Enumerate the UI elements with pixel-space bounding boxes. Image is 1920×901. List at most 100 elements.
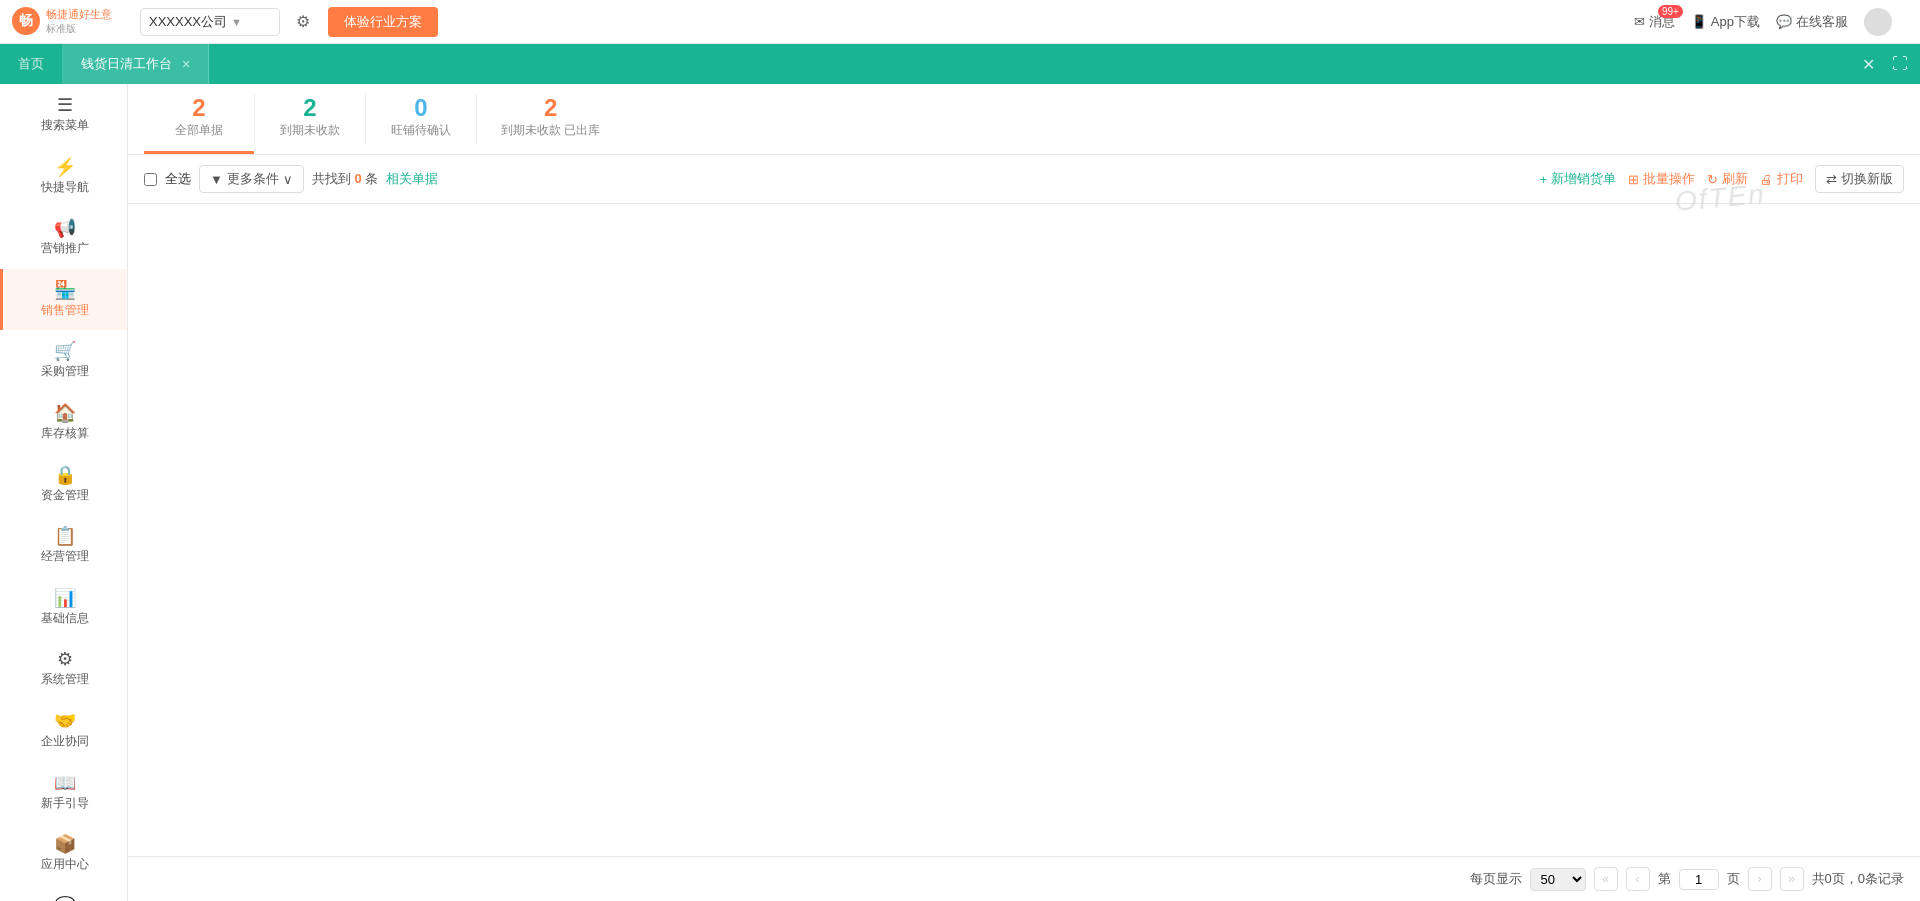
refresh-button[interactable]: ↻ 刷新 — [1707, 170, 1748, 188]
tab-home[interactable]: 首页 — [0, 44, 63, 84]
found-text: 共找到 0 条 — [312, 170, 378, 188]
batch-label: 批量操作 — [1643, 170, 1695, 188]
stat-num-pending: 0 — [414, 96, 427, 120]
search-menu-icon: ☰ — [57, 96, 73, 114]
per-page-select[interactable]: 50 100 200 — [1530, 868, 1586, 891]
batch-operation-button[interactable]: ⊞ 批量操作 — [1628, 170, 1695, 188]
wechat-icon: 💬 — [54, 897, 76, 901]
refresh-icon: ↻ — [1707, 172, 1718, 187]
app-download-button[interactable]: 📱 App下载 — [1691, 13, 1760, 31]
add-icon: + — [1539, 172, 1547, 187]
prev-page-btn[interactable]: ‹ — [1626, 867, 1650, 891]
stat-label-pending: 旺铺待确认 — [391, 122, 451, 139]
company-selector[interactable]: XXXXXX公司 ▼ — [140, 8, 280, 36]
purchase-icon: 🛒 — [54, 342, 76, 360]
pagination: 每页显示 50 100 200 « ‹ 第 页 › » 共0页，0条记录 — [128, 856, 1920, 901]
main-layout: ☰ 搜索菜单 ⚡ 快捷导航 📢 营销推广 🏪 销售管理 🛒 采购管理 🏠 库存核… — [0, 84, 1920, 901]
stat-num-shipped: 2 — [544, 96, 557, 120]
filter-button[interactable]: ▼ 更多条件 ∨ — [199, 165, 304, 193]
sidebar-item-base-info[interactable]: 📊 基础信息 — [0, 577, 127, 639]
page-suffix: 页 — [1727, 870, 1740, 888]
per-page-label: 每页显示 — [1470, 870, 1522, 888]
tab-close-icon[interactable]: × — [182, 56, 190, 72]
message-badge: 99+ — [1658, 5, 1683, 18]
stat-tab-shipped[interactable]: 2 到期未收款 已出库 — [477, 84, 624, 154]
stat-label-overdue: 到期未收款 — [280, 122, 340, 139]
sidebar-item-enterprise[interactable]: 🤝 企业协同 — [0, 700, 127, 762]
marketing-icon: 📢 — [54, 219, 76, 237]
logo-text: 畅捷通好生意 — [46, 7, 112, 21]
sidebar-item-sales[interactable]: 🏪 销售管理 — [0, 269, 127, 331]
sidebar-item-purchase[interactable]: 🛒 采购管理 — [0, 330, 127, 392]
sidebar-label-inventory: 库存核算 — [41, 426, 89, 442]
tab-workbench[interactable]: 钱货日清工作台 × — [63, 44, 209, 84]
settings-icon[interactable]: ⚙ — [288, 7, 318, 37]
switch-version-button[interactable]: ⇄ 切换新版 — [1815, 165, 1904, 193]
sidebar-item-system[interactable]: ⚙ 系统管理 — [0, 638, 127, 700]
guide-icon: 📖 — [54, 774, 76, 792]
logo-icon: 畅 — [12, 7, 40, 35]
header-right: ✉ 消息 99+ 📱 App下载 💬 在线客服 — [1634, 8, 1908, 36]
sidebar-item-app-center[interactable]: 📦 应用中心 — [0, 823, 127, 885]
add-sale-order-button[interactable]: + 新增销货单 — [1539, 170, 1616, 188]
found-count: 0 — [355, 171, 362, 186]
tab-controls: ✕ ⛶ — [1856, 44, 1920, 84]
stat-tab-all[interactable]: 2 全部单据 — [144, 84, 254, 154]
related-link[interactable]: 相关单据 — [386, 170, 438, 188]
sidebar-label-guide: 新手引导 — [41, 796, 89, 812]
print-button[interactable]: 🖨 打印 — [1760, 170, 1803, 188]
sidebar-item-quick-nav[interactable]: ⚡ 快捷导航 — [0, 146, 127, 208]
base-info-icon: 📊 — [54, 589, 76, 607]
page-label: 第 — [1658, 870, 1671, 888]
tab-home-label: 首页 — [18, 55, 44, 73]
service-icon: 💬 — [1776, 14, 1792, 29]
trial-button[interactable]: 体验行业方案 — [328, 7, 438, 37]
online-service-button[interactable]: 💬 在线客服 — [1776, 13, 1848, 31]
sidebar-label-marketing: 营销推广 — [41, 241, 89, 257]
last-page-btn[interactable]: » — [1780, 867, 1804, 891]
app-label: App下载 — [1711, 13, 1760, 31]
sidebar-label-purchase: 采购管理 — [41, 364, 89, 380]
toolbar: 全选 ▼ 更多条件 ∨ 共找到 0 条 相关单据 + 新增销货单 — [128, 155, 1920, 204]
sidebar-item-search-menu[interactable]: ☰ 搜索菜单 — [0, 84, 127, 146]
system-icon: ⚙ — [57, 650, 73, 668]
select-all-checkbox[interactable] — [144, 173, 157, 186]
found-suffix: 条 — [365, 171, 378, 186]
table-area — [128, 204, 1920, 856]
quick-nav-icon: ⚡ — [54, 158, 76, 176]
next-page-btn[interactable]: › — [1748, 867, 1772, 891]
stat-tabs: 2 全部单据 2 到期未收款 0 旺铺待确认 2 到期未收款 已出库 — [128, 84, 1920, 155]
message-icon: ✉ — [1634, 14, 1645, 29]
tab-close-btn[interactable]: ✕ — [1856, 52, 1880, 76]
tab-maximize-btn[interactable]: ⛶ — [1888, 52, 1912, 76]
message-button[interactable]: ✉ 消息 99+ — [1634, 13, 1675, 31]
sidebar-label-sales: 销售管理 — [41, 303, 89, 319]
sidebar-label-system: 系统管理 — [41, 672, 89, 688]
sidebar-label-app-center: 应用中心 — [41, 857, 89, 873]
stat-tab-overdue[interactable]: 2 到期未收款 — [255, 84, 365, 154]
enterprise-icon: 🤝 — [54, 712, 76, 730]
stat-label-all: 全部单据 — [175, 122, 223, 139]
print-label: 打印 — [1777, 170, 1803, 188]
sidebar-label-base-info: 基础信息 — [41, 611, 89, 627]
avatar[interactable] — [1864, 8, 1892, 36]
sidebar-item-finance[interactable]: 🔒 资金管理 — [0, 454, 127, 516]
sidebar-item-wechat[interactable]: 💬 企业微信 — [0, 885, 127, 901]
operation-icon: 📋 — [54, 527, 76, 545]
service-label: 在线客服 — [1796, 13, 1848, 31]
batch-icon: ⊞ — [1628, 172, 1639, 187]
sales-icon: 🏪 — [54, 281, 76, 299]
sidebar-item-guide[interactable]: 📖 新手引导 — [0, 762, 127, 824]
toolbar-left: 全选 ▼ 更多条件 ∨ 共找到 0 条 相关单据 — [144, 165, 1531, 193]
sidebar-item-marketing[interactable]: 📢 营销推广 — [0, 207, 127, 269]
add-label: 新增销货单 — [1551, 170, 1616, 188]
total-label: 共0页，0条记录 — [1812, 870, 1904, 888]
first-page-btn[interactable]: « — [1594, 867, 1618, 891]
sidebar-item-operation[interactable]: 📋 经营管理 — [0, 515, 127, 577]
finance-icon: 🔒 — [54, 466, 76, 484]
company-name: XXXXXX公司 — [149, 13, 227, 31]
page-input[interactable] — [1679, 869, 1719, 890]
sidebar-item-inventory[interactable]: 🏠 库存核算 — [0, 392, 127, 454]
stat-tab-pending[interactable]: 0 旺铺待确认 — [366, 84, 476, 154]
filter-label: 更多条件 — [227, 170, 279, 188]
